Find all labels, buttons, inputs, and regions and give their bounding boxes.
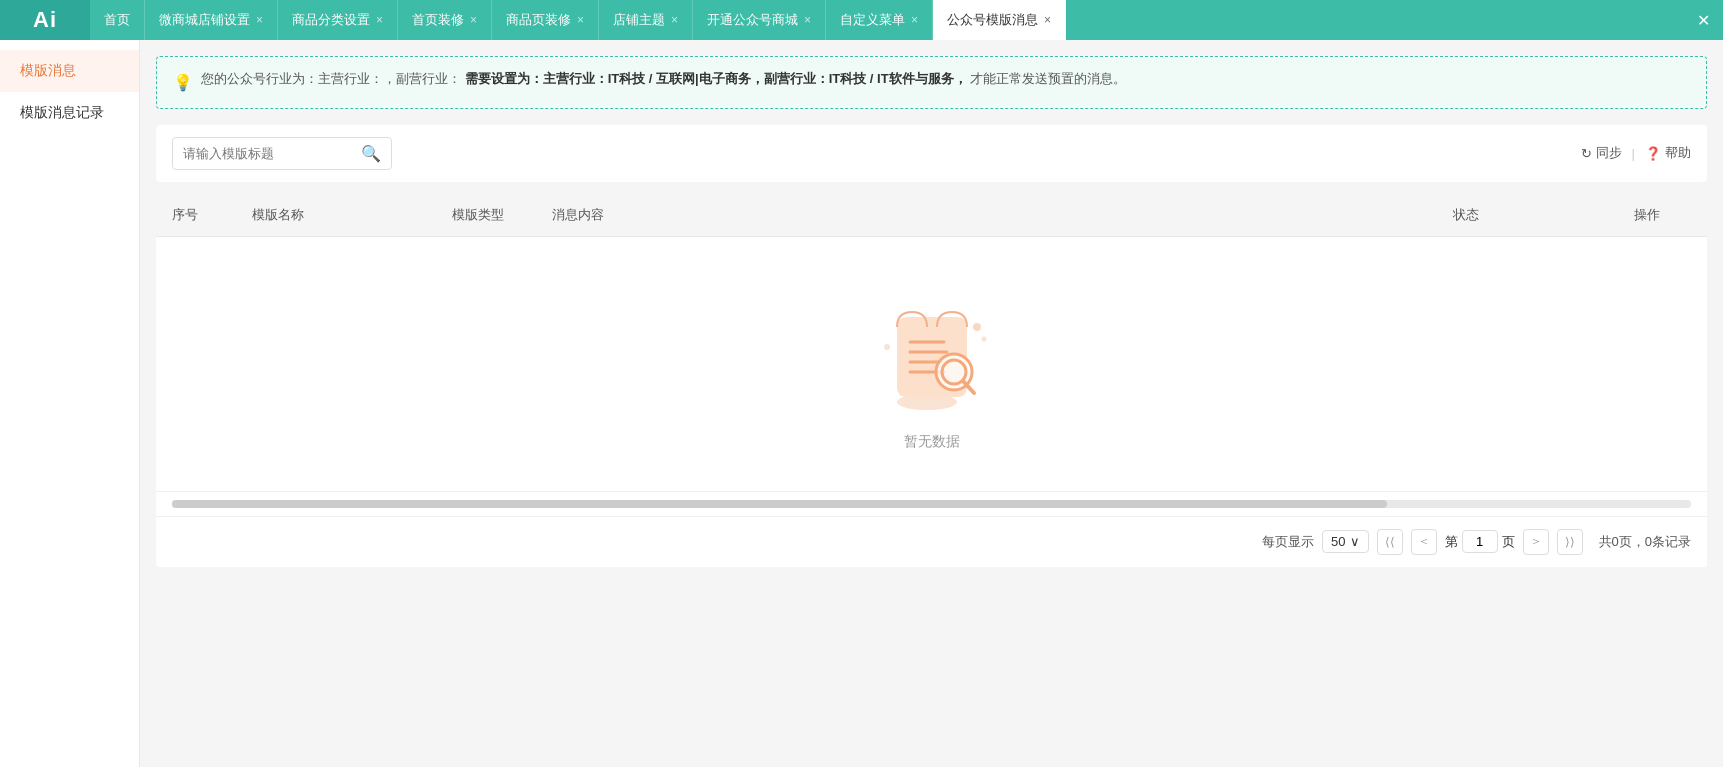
notice-text: 您的公众号行业为：主营行业：，副营行业： 需要设置为：主营行业：IT科技 / 互… — [201, 69, 1126, 90]
empty-illustration — [872, 297, 992, 417]
data-table: 序号模版名称模版类型消息内容状态操作 — [156, 194, 1707, 237]
chevron-down-icon: ∨ — [1350, 534, 1360, 549]
tab-label: 开通公众号商城 — [707, 11, 798, 29]
search-input[interactable] — [173, 140, 353, 167]
col-header-content: 消息内容 — [536, 194, 1437, 237]
sync-button[interactable]: ↻ 同步 — [1581, 144, 1622, 162]
notice-box: 💡 您的公众号行业为：主营行业：，副营行业： 需要设置为：主营行业：IT科技 /… — [156, 56, 1707, 109]
tab-label: 公众号模版消息 — [947, 11, 1038, 29]
tab-微商城店铺设置[interactable]: 微商城店铺设置 × — [145, 0, 278, 40]
col-header-type: 模版类型 — [436, 194, 536, 237]
page-unit: 页 — [1502, 533, 1515, 551]
sidebar-item-模版消息[interactable]: 模版消息 — [0, 50, 139, 92]
tab-close-icon[interactable]: × — [256, 13, 263, 27]
first-page-button[interactable]: ⟨⟨ — [1377, 529, 1403, 555]
svg-point-8 — [973, 323, 981, 331]
tab-bar: 首页微商城店铺设置×商品分类设置×首页装修×商品页装修×店铺主题×开通公众号商城… — [90, 0, 1683, 40]
tab-close-icon[interactable]: × — [911, 13, 918, 27]
tab-close-icon[interactable]: × — [804, 13, 811, 27]
tab-开通公众号商城[interactable]: 开通公众号商城 × — [693, 0, 826, 40]
bulb-icon: 💡 — [173, 70, 193, 96]
search-actions: ↻ 同步 | ❓ 帮助 — [1581, 144, 1691, 162]
brand-logo: Ai — [0, 0, 90, 40]
next-page-button[interactable]: ＞ — [1523, 529, 1549, 555]
tab-自定义菜单[interactable]: 自定义菜单 × — [826, 0, 933, 40]
tab-店铺主题[interactable]: 店铺主题 × — [599, 0, 693, 40]
svg-point-10 — [884, 344, 890, 350]
tab-商品页装修[interactable]: 商品页装修 × — [492, 0, 599, 40]
tab-公众号模版消息[interactable]: 公众号模版消息 × — [933, 0, 1066, 40]
empty-state: 暂无数据 — [156, 237, 1707, 491]
tab-label: 自定义菜单 — [840, 11, 905, 29]
pagination: 每页显示 50 ∨ ⟨⟨ ＜ 第 页 ＞ ⟩⟩ 共0页，0条记录 — [156, 516, 1707, 567]
sync-label: 同步 — [1596, 144, 1622, 162]
search-bar: 🔍 ↻ 同步 | ❓ 帮助 — [156, 125, 1707, 182]
tab-close-icon[interactable]: × — [470, 13, 477, 27]
top-navigation: Ai 首页微商城店铺设置×商品分类设置×首页装修×商品页装修×店铺主题×开通公众… — [0, 0, 1723, 40]
col-header-seq: 序号 — [156, 194, 236, 237]
help-label: 帮助 — [1665, 144, 1691, 162]
tab-label: 商品分类设置 — [292, 11, 370, 29]
per-page-label: 每页显示 — [1262, 533, 1314, 551]
svg-point-9 — [981, 336, 986, 341]
page-label: 第 — [1445, 533, 1458, 551]
notice-prefix: 您的公众号行业为：主营行业：，副营行业： — [201, 71, 461, 86]
data-table-wrap: 序号模版名称模版类型消息内容状态操作 — [156, 194, 1707, 567]
scroll-bar-area — [156, 491, 1707, 516]
help-button[interactable]: ❓ 帮助 — [1645, 144, 1691, 162]
main-layout: 模版消息模版消息记录 💡 您的公众号行业为：主营行业：，副营行业： 需要设置为：… — [0, 40, 1723, 767]
sync-icon: ↻ — [1581, 146, 1592, 161]
per-page-select[interactable]: 50 ∨ — [1322, 530, 1368, 553]
tab-close-icon[interactable]: × — [376, 13, 383, 27]
page-input[interactable] — [1462, 530, 1498, 553]
page-input-wrap: 第 页 — [1445, 530, 1515, 553]
notice-suffix: 才能正常发送预置的消息。 — [970, 71, 1126, 86]
sidebar: 模版消息模版消息记录 — [0, 40, 140, 767]
tab-label: 店铺主题 — [613, 11, 665, 29]
tab-close-icon[interactable]: × — [671, 13, 678, 27]
scrollbar-thumb — [172, 500, 1387, 508]
table-header: 序号模版名称模版类型消息内容状态操作 — [156, 194, 1707, 237]
sidebar-item-模版消息记录[interactable]: 模版消息记录 — [0, 92, 139, 134]
col-header-name: 模版名称 — [236, 194, 436, 237]
tab-商品分类设置[interactable]: 商品分类设置 × — [278, 0, 398, 40]
notice-highlight: 需要设置为：主营行业：IT科技 / 互联网|电子商务，副营行业：IT科技 / I… — [465, 71, 967, 86]
close-all-button[interactable]: ✕ — [1683, 0, 1723, 40]
tab-首页装修[interactable]: 首页装修 × — [398, 0, 492, 40]
last-page-button[interactable]: ⟩⟩ — [1557, 529, 1583, 555]
header-row: 序号模版名称模版类型消息内容状态操作 — [156, 194, 1707, 237]
search-button[interactable]: 🔍 — [353, 138, 389, 169]
search-input-wrap: 🔍 — [172, 137, 392, 170]
help-icon: ❓ — [1645, 146, 1661, 161]
brand-text: Ai — [33, 7, 57, 33]
content-area: 💡 您的公众号行业为：主营行业：，副营行业： 需要设置为：主营行业：IT科技 /… — [140, 40, 1723, 767]
tab-label: 首页装修 — [412, 11, 464, 29]
tab-label: 首页 — [104, 11, 130, 29]
empty-text: 暂无数据 — [904, 433, 960, 451]
tab-首页[interactable]: 首页 — [90, 0, 145, 40]
col-header-status: 状态 — [1437, 194, 1587, 237]
tab-close-icon[interactable]: × — [1044, 13, 1051, 27]
tab-close-icon[interactable]: × — [577, 13, 584, 27]
total-info: 共0页，0条记录 — [1599, 533, 1691, 551]
divider: | — [1632, 146, 1635, 161]
fake-scrollbar[interactable] — [172, 500, 1691, 508]
per-page-value: 50 — [1331, 534, 1345, 549]
tab-label: 商品页装修 — [506, 11, 571, 29]
prev-page-button[interactable]: ＜ — [1411, 529, 1437, 555]
tab-label: 微商城店铺设置 — [159, 11, 250, 29]
col-header-action: 操作 — [1587, 194, 1707, 237]
